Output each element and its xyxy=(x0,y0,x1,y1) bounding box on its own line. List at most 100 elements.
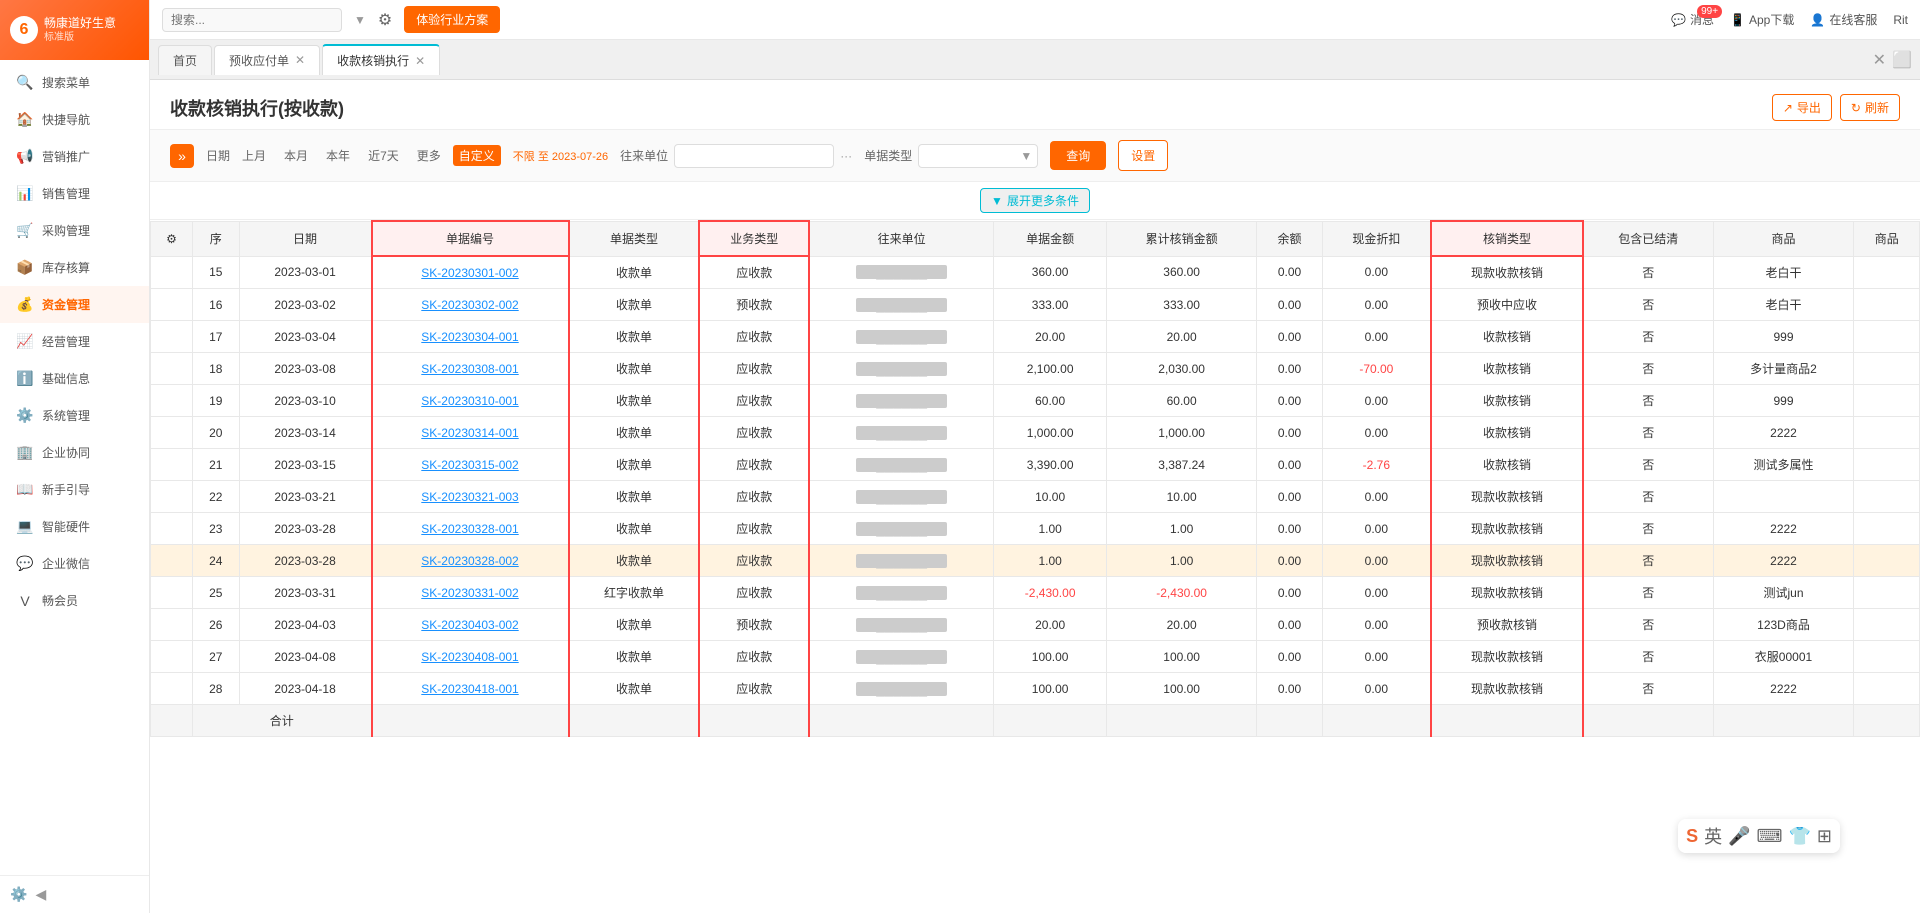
doc-no-link[interactable]: SK-20230328-002 xyxy=(421,554,518,568)
table-row[interactable]: 16 2023-03-02 SK-20230302-002 收款单 预收款 ██… xyxy=(151,289,1920,321)
collapse-icon[interactable]: ◀ xyxy=(35,886,46,903)
cell-cash-discount: 0.00 xyxy=(1322,321,1431,353)
watermark-icon1[interactable]: 英 xyxy=(1704,823,1722,849)
export-button[interactable]: ↗ 导出 xyxy=(1772,94,1832,121)
tab-prepay[interactable]: 预收应付单✕ xyxy=(214,45,320,75)
cell-cash-discount: 0.00 xyxy=(1322,481,1431,513)
doc-no-link[interactable]: SK-20230310-001 xyxy=(421,394,518,408)
app-download-item[interactable]: 📱 App下载 xyxy=(1730,11,1794,28)
watermark-icon4[interactable]: 👕 xyxy=(1788,826,1810,847)
messages-item[interactable]: 💬 消息 99+ xyxy=(1671,11,1714,28)
doc-no-link[interactable]: SK-20230408-001 xyxy=(421,650,518,664)
cell-cumulative: 3,387.24 xyxy=(1106,449,1256,481)
cell-amount: 2,100.00 xyxy=(994,353,1107,385)
sidebar-item-quick[interactable]: 🏠快捷导航 xyxy=(0,101,149,138)
search-input[interactable] xyxy=(162,8,342,32)
cell-date: 2023-03-02 xyxy=(239,289,371,321)
maximize-icon[interactable]: ⬜ xyxy=(1892,50,1912,70)
table-row[interactable]: 24 2023-03-28 SK-20230328-002 收款单 应收款 ██… xyxy=(151,545,1920,577)
cell-doc-no: SK-20230304-001 xyxy=(372,321,569,353)
filter-more[interactable]: 更多 xyxy=(411,145,447,166)
refresh-button[interactable]: ↻ 刷新 xyxy=(1840,94,1900,121)
doc-no-link[interactable]: SK-20230314-001 xyxy=(421,426,518,440)
cell-date: 2023-03-21 xyxy=(239,481,371,513)
close-window-icon[interactable]: ✕ xyxy=(1873,50,1886,70)
filter-counterpart-input[interactable] xyxy=(674,144,834,168)
sidebar-item-label: 销售管理 xyxy=(42,185,90,202)
doc-no-link[interactable]: SK-20230328-001 xyxy=(421,522,518,536)
sidebar-item-search[interactable]: 🔍搜索菜单 xyxy=(0,64,149,101)
sidebar-item-operations[interactable]: 📈经营管理 xyxy=(0,323,149,360)
table-row[interactable]: 15 2023-03-01 SK-20230301-002 收款单 应收款 ██… xyxy=(151,256,1920,289)
doc-no-link[interactable]: SK-20230403-002 xyxy=(421,618,518,632)
filter-custom[interactable]: 自定义 xyxy=(453,145,501,166)
sidebar-item-guide[interactable]: 📖新手引导 xyxy=(0,471,149,508)
total-verify-type xyxy=(1431,705,1583,737)
table-row[interactable]: 28 2023-04-18 SK-20230418-001 收款单 应收款 ██… xyxy=(151,673,1920,705)
gear-icon[interactable]: ⚙ xyxy=(378,10,392,30)
cell-biz-type: 应收款 xyxy=(699,673,809,705)
cell-doc-type: 收款单 xyxy=(569,321,700,353)
sidebar-item-inventory[interactable]: 📦库存核算 xyxy=(0,249,149,286)
table-row[interactable]: 25 2023-03-31 SK-20230331-002 红字收款单 应收款 … xyxy=(151,577,1920,609)
table-row[interactable]: 20 2023-03-14 SK-20230314-001 收款单 应收款 ██… xyxy=(151,417,1920,449)
sidebar-item-marketing[interactable]: 📢营销推广 xyxy=(0,138,149,175)
cell-counterpart: ██████ xyxy=(809,513,994,545)
filter-this-month[interactable]: 本月 xyxy=(278,145,314,166)
tab-home[interactable]: 首页 xyxy=(158,45,212,75)
doc-no-link[interactable]: SK-20230302-002 xyxy=(421,298,518,312)
dropdown-arrow-icon[interactable]: ▼ xyxy=(354,13,366,27)
watermark-icon3[interactable]: ⌨ xyxy=(1757,826,1783,847)
table-row[interactable]: 17 2023-03-04 SK-20230304-001 收款单 应收款 ██… xyxy=(151,321,1920,353)
sidebar-item-hardware[interactable]: 💻智能硬件 xyxy=(0,508,149,545)
sidebar-item-finance[interactable]: 💰资金管理 xyxy=(0,286,149,323)
filter-dots[interactable]: ··· xyxy=(840,149,852,163)
table-row[interactable]: 23 2023-03-28 SK-20230328-001 收款单 应收款 ██… xyxy=(151,513,1920,545)
doc-no-link[interactable]: SK-20230315-002 xyxy=(421,458,518,472)
sidebar-item-sales[interactable]: 📊销售管理 xyxy=(0,175,149,212)
col-settings[interactable]: ⚙ xyxy=(151,221,193,256)
filter-this-year[interactable]: 本年 xyxy=(320,145,356,166)
cell-settings xyxy=(151,545,193,577)
sidebar-item-wechat[interactable]: 💬企业微信 xyxy=(0,545,149,582)
doc-no-link[interactable]: SK-20230331-002 xyxy=(421,586,518,600)
online-service-item[interactable]: 👤 在线客服 xyxy=(1810,11,1877,28)
sidebar-item-label: 智能硬件 xyxy=(42,518,90,535)
doc-no-link[interactable]: SK-20230301-002 xyxy=(421,266,518,280)
table-row[interactable]: 27 2023-04-08 SK-20230408-001 收款单 应收款 ██… xyxy=(151,641,1920,673)
tab-collection[interactable]: 收款核销执行✕ xyxy=(322,44,440,75)
table-row[interactable]: 18 2023-03-08 SK-20230308-001 收款单 应收款 ██… xyxy=(151,353,1920,385)
watermark-icon5[interactable]: ⊞ xyxy=(1817,826,1832,847)
filter-last-month[interactable]: 上月 xyxy=(236,145,272,166)
settings-button[interactable]: 设置 xyxy=(1118,140,1168,171)
filter-expand-button[interactable]: » xyxy=(170,144,194,168)
industry-solution-button[interactable]: 体验行业方案 xyxy=(404,6,500,33)
table-wrapper[interactable]: ⚙ 序 日期 单据编号 单据类型 业务类型 往来单位 单据金额 累计核销金额 余… xyxy=(150,220,1920,913)
user-item[interactable]: Rit xyxy=(1893,13,1908,27)
cell-include-settled: 否 xyxy=(1583,321,1713,353)
cell-include-settled: 否 xyxy=(1583,609,1713,641)
doc-no-link[interactable]: SK-20230304-001 xyxy=(421,330,518,344)
filter-last-7days[interactable]: 近7天 xyxy=(362,145,405,166)
sidebar-item-basic[interactable]: ℹ️基础信息 xyxy=(0,360,149,397)
table-row[interactable]: 22 2023-03-21 SK-20230321-003 收款单 应收款 ██… xyxy=(151,481,1920,513)
filter-receipt-type-select[interactable] xyxy=(918,144,1038,168)
doc-no-link[interactable]: SK-20230321-003 xyxy=(421,490,518,504)
table-row[interactable]: 21 2023-03-15 SK-20230315-002 收款单 应收款 ██… xyxy=(151,449,1920,481)
doc-no-link[interactable]: SK-20230418-001 xyxy=(421,682,518,696)
sidebar-item-member[interactable]: V畅会员 xyxy=(0,582,149,619)
sidebar-item-system[interactable]: ⚙️系统管理 xyxy=(0,397,149,434)
query-button[interactable]: 查询 xyxy=(1050,141,1106,170)
tab-close-prepay[interactable]: ✕ xyxy=(295,53,305,67)
table-row[interactable]: 26 2023-04-03 SK-20230403-002 收款单 预收款 ██… xyxy=(151,609,1920,641)
inventory-icon: 📦 xyxy=(16,259,34,276)
doc-no-link[interactable]: SK-20230308-001 xyxy=(421,362,518,376)
sidebar-item-purchase[interactable]: 🛒采购管理 xyxy=(0,212,149,249)
table-row[interactable]: 19 2023-03-10 SK-20230310-001 收款单 应收款 ██… xyxy=(151,385,1920,417)
watermark-icon2[interactable]: 🎤 xyxy=(1728,826,1750,847)
tab-close-collection[interactable]: ✕ xyxy=(415,54,425,68)
expand-more-button[interactable]: ▼ 展开更多条件 xyxy=(980,188,1090,213)
sidebar-item-enterprise[interactable]: 🏢企业协同 xyxy=(0,434,149,471)
cell-biz-type: 应收款 xyxy=(699,481,809,513)
settings-icon[interactable]: ⚙️ xyxy=(10,886,27,903)
